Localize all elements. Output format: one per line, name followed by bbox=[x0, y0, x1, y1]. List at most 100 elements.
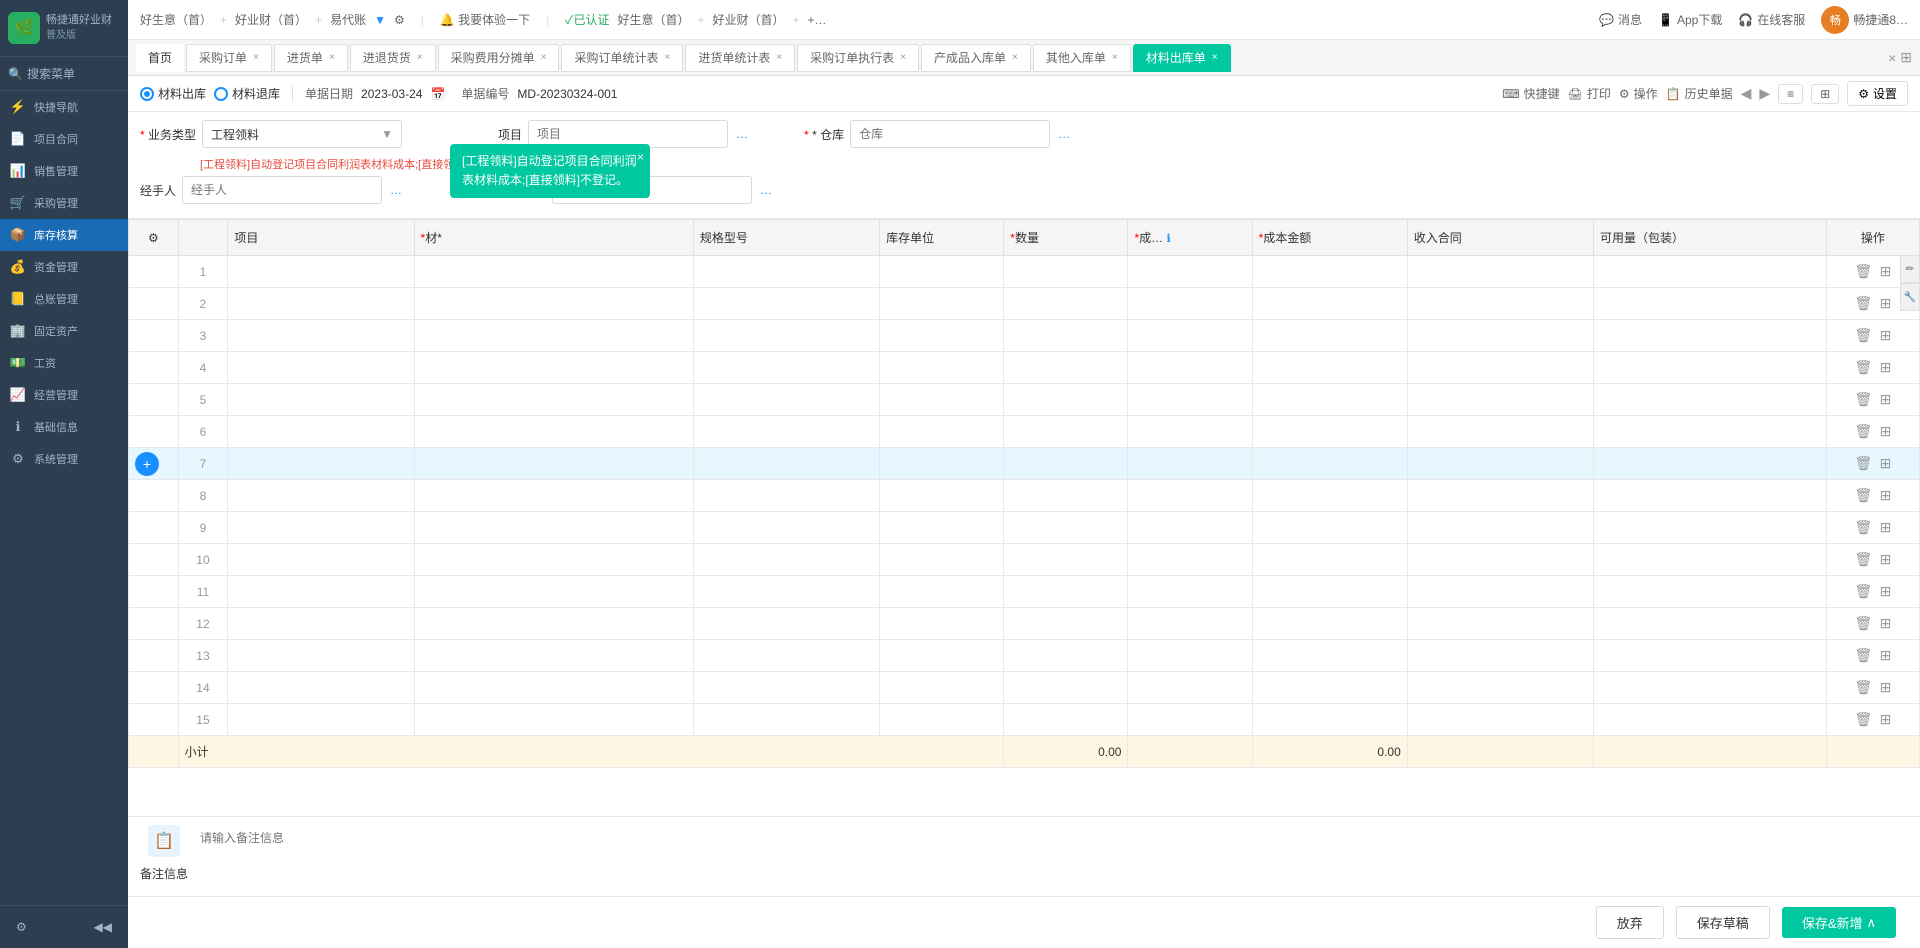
row-spec[interactable] bbox=[693, 352, 879, 384]
row-income-contract[interactable] bbox=[1407, 640, 1593, 672]
row-qty[interactable] bbox=[1004, 320, 1128, 352]
row-material[interactable] bbox=[414, 576, 693, 608]
row-copy-icon[interactable]: ⊞ bbox=[1880, 615, 1892, 631]
row-copy-icon[interactable]: ⊞ bbox=[1880, 647, 1892, 663]
tab-menu-btn[interactable]: ⊞ bbox=[1900, 49, 1912, 66]
row-available-qty[interactable] bbox=[1594, 512, 1827, 544]
row-available-qty[interactable] bbox=[1594, 704, 1827, 736]
row-income-contract[interactable] bbox=[1407, 288, 1593, 320]
row-cost-price[interactable] bbox=[1128, 320, 1252, 352]
row-copy-icon[interactable]: ⊞ bbox=[1880, 423, 1892, 439]
print-btn[interactable]: 🖨 打印 bbox=[1568, 85, 1611, 102]
row-material[interactable] bbox=[414, 384, 693, 416]
row-project[interactable] bbox=[228, 512, 414, 544]
sidebar-item-basic-info[interactable]: ℹ 基础信息 bbox=[0, 411, 128, 443]
row-available-qty[interactable] bbox=[1594, 256, 1827, 288]
row-qty[interactable] bbox=[1004, 416, 1128, 448]
topbar-appdownload-btn[interactable]: 📱 App下载 bbox=[1658, 11, 1722, 28]
operations-btn[interactable]: ⚙ 操作 bbox=[1619, 85, 1658, 102]
row-project[interactable] bbox=[228, 416, 414, 448]
tab-close-purchase-fee[interactable]: × bbox=[541, 52, 547, 63]
row-material[interactable] bbox=[414, 480, 693, 512]
row-project[interactable] bbox=[228, 544, 414, 576]
row-cost-price[interactable] bbox=[1128, 576, 1252, 608]
row-available-qty[interactable] bbox=[1594, 640, 1827, 672]
tab-close-material-outbound[interactable]: × bbox=[1212, 52, 1218, 63]
topbar-dropdown-btn[interactable]: ▼ bbox=[374, 13, 386, 27]
row-project[interactable] bbox=[228, 352, 414, 384]
row-spec[interactable] bbox=[693, 256, 879, 288]
sidebar-item-quick-nav[interactable]: ⚡ 快捷导航 bbox=[0, 91, 128, 123]
sidebar-item-purchase-mgmt[interactable]: 🛒 采购管理 bbox=[0, 187, 128, 219]
row-qty[interactable] bbox=[1004, 544, 1128, 576]
topbar-settings-icon[interactable]: ⚙ bbox=[394, 13, 405, 27]
row-unit[interactable] bbox=[880, 448, 1004, 480]
row-available-qty[interactable] bbox=[1594, 608, 1827, 640]
row-cost-price[interactable] bbox=[1128, 352, 1252, 384]
row-income-contract[interactable] bbox=[1407, 544, 1593, 576]
row-income-contract[interactable] bbox=[1407, 576, 1593, 608]
row-copy-icon[interactable]: ⊞ bbox=[1880, 295, 1892, 311]
sidebar-settings-btn[interactable]: ⚙ bbox=[8, 912, 35, 942]
row-qty[interactable] bbox=[1004, 352, 1128, 384]
row-cost-price[interactable] bbox=[1128, 640, 1252, 672]
row-delete-icon[interactable]: 🗑 bbox=[1854, 327, 1872, 343]
row-copy-icon[interactable]: ⊞ bbox=[1880, 391, 1892, 407]
row-material[interactable] bbox=[414, 640, 693, 672]
topbar-nav-more[interactable]: +… bbox=[808, 13, 827, 27]
row-material[interactable] bbox=[414, 352, 693, 384]
row-delete-icon[interactable]: 🗑 bbox=[1854, 519, 1872, 535]
row-spec[interactable] bbox=[693, 704, 879, 736]
row-cost-price[interactable] bbox=[1128, 672, 1252, 704]
row-available-qty[interactable] bbox=[1594, 544, 1827, 576]
row-copy-icon[interactable]: ⊞ bbox=[1880, 519, 1892, 535]
tab-incoming-stat[interactable]: 进货单统计表 × bbox=[685, 44, 795, 72]
row-spec[interactable] bbox=[693, 288, 879, 320]
row-unit[interactable] bbox=[880, 352, 1004, 384]
row-qty[interactable] bbox=[1004, 640, 1128, 672]
prev-doc-btn[interactable]: ◀ bbox=[1741, 85, 1752, 102]
row-qty[interactable] bbox=[1004, 384, 1128, 416]
row-cost-amount[interactable] bbox=[1252, 416, 1407, 448]
sidebar-item-sys-mgmt[interactable]: ⚙ 系统管理 bbox=[0, 443, 128, 475]
warehouse-ellipsis-btn[interactable]: … bbox=[1058, 127, 1070, 141]
tab-return-goods[interactable]: 进退货货 × bbox=[350, 44, 436, 72]
row-income-contract[interactable] bbox=[1407, 352, 1593, 384]
row-material[interactable] bbox=[414, 416, 693, 448]
tab-purchase-order[interactable]: 采购订单 × bbox=[186, 44, 272, 72]
row-delete-icon[interactable]: 🗑 bbox=[1854, 391, 1872, 407]
row-cost-amount[interactable] bbox=[1252, 640, 1407, 672]
row-material[interactable] bbox=[414, 320, 693, 352]
row-delete-icon[interactable]: 🗑 bbox=[1854, 615, 1872, 631]
tab-close-incoming-stat[interactable]: × bbox=[776, 52, 782, 63]
tab-purchase-stat[interactable]: 采购订单统计表 × bbox=[561, 44, 683, 72]
row-unit[interactable] bbox=[880, 384, 1004, 416]
shortcut-key-btn[interactable]: ⌨ 快捷键 bbox=[1502, 85, 1559, 102]
row-cost-amount[interactable] bbox=[1252, 672, 1407, 704]
row-cost-price[interactable] bbox=[1128, 384, 1252, 416]
add-row-btn[interactable]: + bbox=[135, 452, 159, 476]
tab-close-return-goods[interactable]: × bbox=[417, 52, 423, 63]
row-copy-icon[interactable]: ⊞ bbox=[1880, 327, 1892, 343]
row-available-qty[interactable] bbox=[1594, 480, 1827, 512]
row-cost-amount[interactable] bbox=[1252, 480, 1407, 512]
topbar-experience-btn[interactable]: 🔔 我要体验一下 bbox=[440, 11, 530, 28]
row-qty[interactable] bbox=[1004, 512, 1128, 544]
row-unit[interactable] bbox=[880, 512, 1004, 544]
row-material[interactable] bbox=[414, 672, 693, 704]
row-income-contract[interactable] bbox=[1407, 448, 1593, 480]
row-available-qty[interactable] bbox=[1594, 352, 1827, 384]
row-spec[interactable] bbox=[693, 544, 879, 576]
row-spec[interactable] bbox=[693, 416, 879, 448]
topbar-nav-haoshengyi[interactable]: 好生意（首） bbox=[140, 11, 212, 28]
sidebar-item-fixed-assets[interactable]: 🏢 固定资产 bbox=[0, 315, 128, 347]
row-unit[interactable] bbox=[880, 544, 1004, 576]
grid-view-btn[interactable]: ⊞ bbox=[1811, 84, 1839, 104]
row-copy-icon[interactable]: ⊞ bbox=[1880, 679, 1892, 695]
row-copy-icon[interactable]: ⊞ bbox=[1880, 487, 1892, 503]
row-unit[interactable] bbox=[880, 320, 1004, 352]
tab-close-incoming[interactable]: × bbox=[329, 52, 335, 63]
topbar-message-btn[interactable]: 💬 消息 bbox=[1599, 11, 1642, 28]
tab-close-other-incoming[interactable]: × bbox=[1112, 52, 1118, 63]
settings-btn[interactable]: ⚙ 设置 bbox=[1847, 81, 1908, 106]
